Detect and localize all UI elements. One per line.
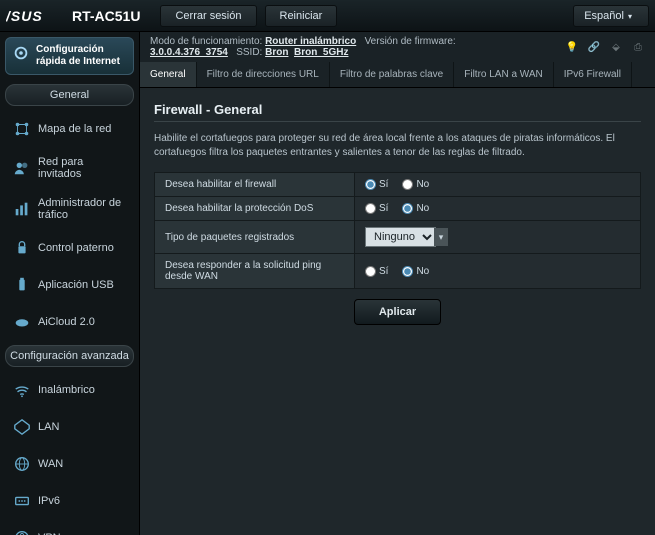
setting-label: Tipo de paquetes registrados [155, 221, 355, 254]
reboot-button[interactable]: Reiniciar [265, 5, 338, 27]
language-dropdown[interactable]: Español [573, 5, 649, 27]
setting-value-cell: Sí No [355, 173, 641, 197]
usb-icon[interactable]: ⬙ [609, 40, 623, 54]
sidebar-item-label: Aplicación USB [38, 279, 114, 291]
print-icon[interactable]: ⎙ [631, 40, 645, 54]
sidebar-icon [12, 158, 32, 178]
radio-input[interactable] [365, 266, 376, 277]
tab-ipv6-firewall[interactable]: IPv6 Firewall [554, 62, 632, 87]
packet-type-select[interactable]: Ninguno [365, 227, 436, 247]
radio-option[interactable]: Sí [365, 179, 388, 190]
setting-value-cell: Ninguno▾ [355, 221, 641, 254]
gear-icon [12, 44, 30, 62]
sidebar-item-label: LAN [38, 421, 59, 433]
sidebar-header-advanced: Configuración avanzada [5, 345, 134, 367]
setting-label: Desea habilitar el firewall [155, 173, 355, 197]
logout-button[interactable]: Cerrar sesión [160, 5, 256, 27]
brand-logo: /SUS [6, 9, 66, 23]
sidebar-icon [12, 454, 32, 474]
sidebar-item-aplicaci-n-usb[interactable]: Aplicación USB [4, 267, 135, 303]
radio-input[interactable] [365, 179, 376, 190]
sidebar-item-vpn[interactable]: VPN [4, 520, 135, 535]
radio-option[interactable]: No [402, 179, 429, 190]
svg-text:/SUS: /SUS [6, 9, 43, 23]
radio-option[interactable]: No [402, 203, 429, 214]
sidebar-item-wan[interactable]: WAN [4, 446, 135, 482]
radio-option[interactable]: No [402, 266, 429, 277]
sidebar-icon [12, 199, 32, 219]
sidebar-icon [12, 528, 32, 535]
sidebar-header-general: General [5, 84, 134, 106]
sidebar-item-label: Mapa de la red [38, 123, 111, 135]
radio-input[interactable] [402, 266, 413, 277]
settings-table: Desea habilitar el firewall Sí No Desea hab… [154, 172, 641, 289]
sidebar-icon [12, 417, 32, 437]
main-panel: Modo de funcionamiento: Router inalámbri… [140, 32, 655, 535]
sidebar-item-label: WAN [38, 458, 63, 470]
sidebar: Configuración rápida de Internet General… [0, 32, 140, 535]
sidebar-icon [12, 380, 32, 400]
sidebar-item-label: Control paterno [38, 242, 114, 254]
radio-option[interactable]: Sí [365, 203, 388, 214]
radio-input[interactable] [402, 203, 413, 214]
link-icon[interactable]: 🔗 [587, 40, 601, 54]
sidebar-icon [12, 119, 32, 139]
info-bar: Modo de funcionamiento: Router inalámbri… [140, 32, 655, 62]
sidebar-icon [12, 312, 32, 332]
sidebar-item-inal-mbrico[interactable]: Inalámbrico [4, 372, 135, 408]
radio-option[interactable]: Sí [365, 266, 388, 277]
page-title: Firewall - General [154, 102, 641, 117]
sidebar-item-lan[interactable]: LAN [4, 409, 135, 445]
sidebar-item-label: Administrador de tráfico [38, 197, 127, 221]
setting-label: Desea responder a la solicitud ping desd… [155, 254, 355, 289]
tab-filtro-de-palabras-clave[interactable]: Filtro de palabras clave [330, 62, 454, 87]
radio-input[interactable] [365, 203, 376, 214]
tab-general[interactable]: General [140, 62, 197, 87]
sidebar-item-mapa-de-la-red[interactable]: Mapa de la red [4, 111, 135, 147]
chevron-down-icon: ▾ [434, 228, 448, 246]
tab-bar: GeneralFiltro de direcciones URLFiltro d… [140, 62, 655, 88]
sidebar-icon [12, 238, 32, 258]
sidebar-item-label: Inalámbrico [38, 384, 95, 396]
quick-setup-label: Configuración rápida de Internet [36, 44, 120, 67]
sidebar-item-administrador-de-tr-fico[interactable]: Administrador de tráfico [4, 189, 135, 229]
top-bar: /SUS RT-AC51U Cerrar sesión Reiniciar Es… [0, 0, 655, 32]
model-name: RT-AC51U [72, 8, 140, 24]
sidebar-item-control-paterno[interactable]: Control paterno [4, 230, 135, 266]
sidebar-item-aicloud-2-0[interactable]: AiCloud 2.0 [4, 304, 135, 340]
setting-value-cell: Sí No [355, 254, 641, 289]
setting-value-cell: Sí No [355, 197, 641, 221]
firmware-version[interactable]: 3.0.0.4.376_3754 [150, 47, 228, 58]
apply-button[interactable]: Aplicar [354, 299, 441, 325]
radio-input[interactable] [402, 179, 413, 190]
sidebar-item-red-para-invitados[interactable]: Red para invitados [4, 148, 135, 188]
setting-label: Desea habilitar la protección DoS [155, 197, 355, 221]
page-description: Habilite el cortafuegos para proteger su… [154, 132, 641, 160]
sidebar-item-label: Red para invitados [38, 156, 127, 180]
operation-mode[interactable]: Router inalámbrico [265, 36, 356, 47]
quick-internet-setup[interactable]: Configuración rápida de Internet [5, 37, 134, 75]
sidebar-icon [12, 275, 32, 295]
sidebar-item-label: IPv6 [38, 495, 60, 507]
sidebar-icon [12, 491, 32, 511]
sidebar-item-ipv6[interactable]: IPv6 [4, 483, 135, 519]
bulb-icon[interactable]: 💡 [565, 40, 579, 54]
tab-filtro-lan-a-wan[interactable]: Filtro LAN a WAN [454, 62, 554, 87]
sidebar-item-label: AiCloud 2.0 [38, 316, 95, 328]
tab-filtro-de-direcciones-url[interactable]: Filtro de direcciones URL [197, 62, 330, 87]
